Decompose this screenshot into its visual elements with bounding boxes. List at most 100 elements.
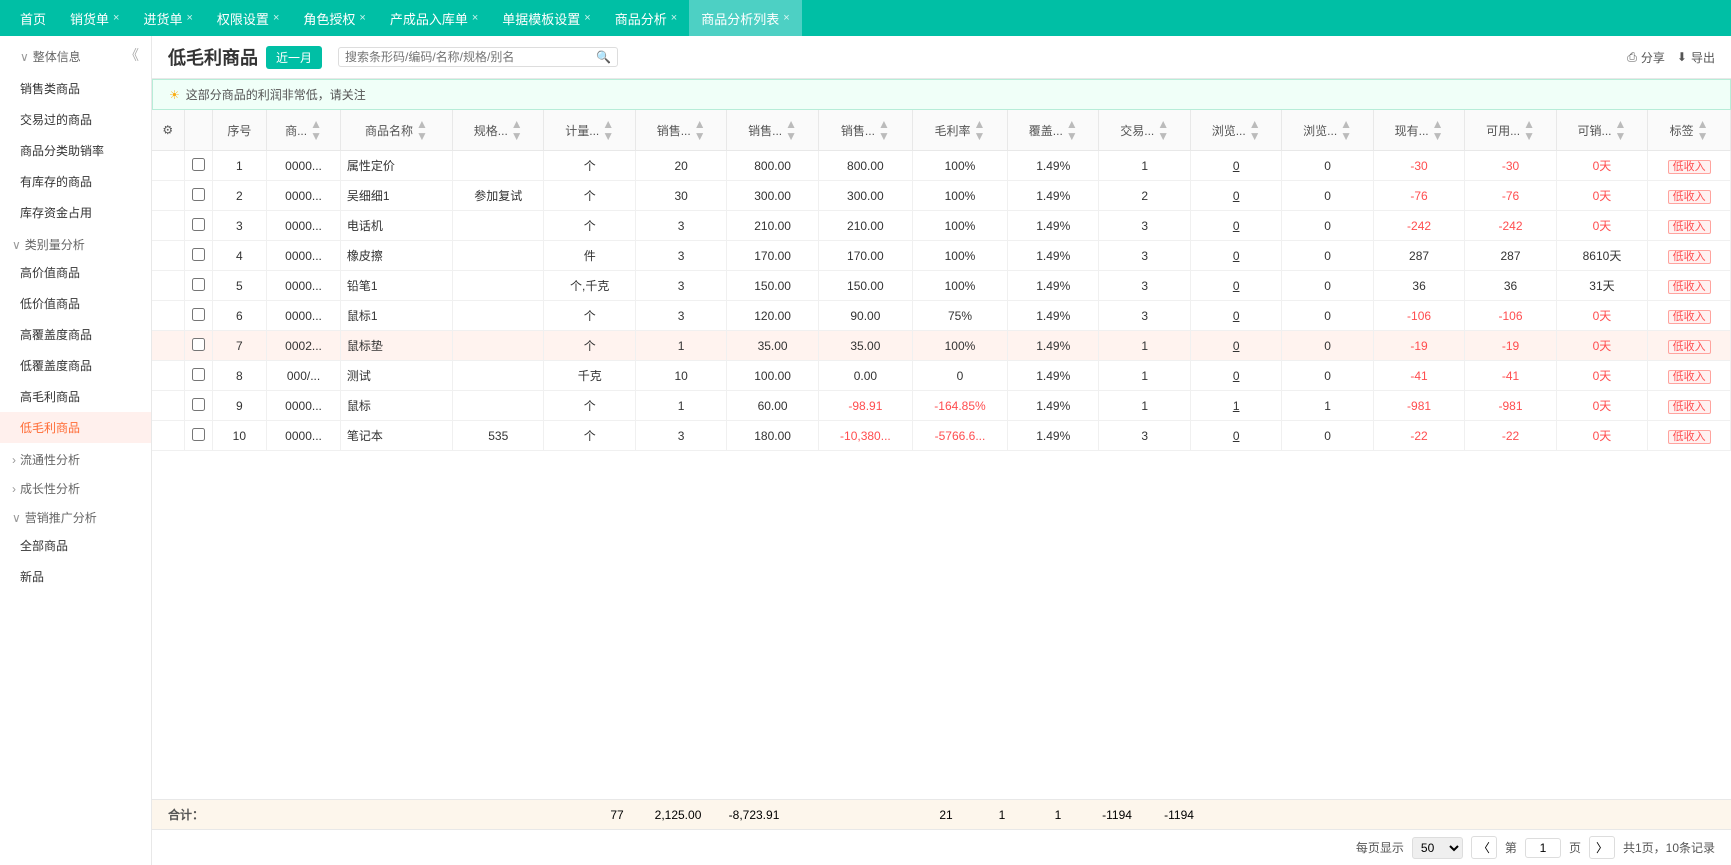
row-checkbox[interactable] — [192, 278, 205, 291]
close-icon[interactable]: × — [584, 12, 590, 24]
row-browse1[interactable]: 0 — [1190, 271, 1281, 301]
check-cell[interactable] — [184, 271, 212, 301]
check-cell[interactable] — [184, 241, 212, 271]
row-checkbox[interactable] — [192, 338, 205, 351]
browse-link[interactable]: 0 — [1233, 219, 1240, 233]
row-browse1[interactable]: 0 — [1190, 241, 1281, 271]
browse-link[interactable]: 0 — [1233, 309, 1240, 323]
col-saleable[interactable]: 可销...▲▼ — [1556, 110, 1647, 151]
sidebar-item-category-assist-rate[interactable]: 商品分类助销率 — [0, 135, 151, 166]
row-checkbox[interactable] — [192, 398, 205, 411]
sidebar-group-overall[interactable]: ∨ 整体信息 — [8, 40, 93, 69]
col-browse2[interactable]: 浏览...▲▼ — [1282, 110, 1373, 151]
close-icon[interactable]: × — [472, 12, 478, 24]
row-browse1[interactable]: 0 — [1190, 301, 1281, 331]
row-checkbox[interactable] — [192, 248, 205, 261]
col-unit[interactable]: 计量...▲▼ — [544, 110, 635, 151]
browse-link[interactable]: 0 — [1233, 159, 1240, 173]
nav-product-inbound[interactable]: 产成品入库单 × — [378, 0, 490, 36]
col-coverage[interactable]: 覆盖...▲▼ — [1008, 110, 1099, 151]
row-checkbox[interactable] — [192, 158, 205, 171]
col-gross-rate[interactable]: 毛利率▲▼ — [912, 110, 1007, 151]
sidebar-group-marketing[interactable]: ∨ 营销推广分析 — [0, 501, 151, 530]
sidebar-item-capital-usage[interactable]: 库存资金占用 — [0, 197, 151, 228]
check-cell[interactable] — [184, 151, 212, 181]
close-icon[interactable]: × — [186, 12, 192, 24]
sidebar-group-growth[interactable]: › 成长性分析 — [0, 472, 151, 501]
sidebar-item-high-coverage[interactable]: 高覆盖度商品 — [0, 319, 151, 350]
browse-link[interactable]: 0 — [1233, 249, 1240, 263]
col-current[interactable]: 现有...▲▼ — [1373, 110, 1464, 151]
nav-product-analysis-list[interactable]: 商品分析列表 × — [689, 0, 801, 36]
row-checkbox[interactable] — [192, 368, 205, 381]
row-browse1[interactable]: 0 — [1190, 151, 1281, 181]
row-browse1[interactable]: 0 — [1190, 331, 1281, 361]
browse-link[interactable]: 0 — [1233, 189, 1240, 203]
prev-page-button[interactable]: 〈 — [1471, 836, 1497, 859]
search-input[interactable] — [345, 50, 596, 64]
close-icon[interactable]: × — [671, 12, 677, 24]
row-browse1[interactable]: 0 — [1190, 211, 1281, 241]
check-cell[interactable] — [184, 211, 212, 241]
sidebar-group-circulation[interactable]: › 流通性分析 — [0, 443, 151, 472]
col-sales-qty[interactable]: 销售...▲▼ — [635, 110, 726, 151]
row-checkbox[interactable] — [192, 308, 205, 321]
check-cell[interactable] — [184, 361, 212, 391]
sidebar-item-new-goods[interactable]: 新品 — [0, 561, 151, 592]
nav-template-settings[interactable]: 单据模板设置 × — [490, 0, 602, 36]
check-cell[interactable] — [184, 391, 212, 421]
row-browse1[interactable]: 0 — [1190, 361, 1281, 391]
sidebar-item-low-coverage[interactable]: 低覆盖度商品 — [0, 350, 151, 381]
col-settings[interactable]: ⚙ — [152, 110, 184, 151]
col-browse1[interactable]: 浏览...▲▼ — [1190, 110, 1281, 151]
col-name[interactable]: 商品名称▲▼ — [340, 110, 452, 151]
col-code[interactable]: 商...▲▼ — [267, 110, 341, 151]
search-icon[interactable]: 🔍 — [596, 50, 611, 64]
page-number-input[interactable] — [1525, 838, 1561, 858]
close-icon[interactable]: × — [783, 12, 789, 24]
row-browse1[interactable]: 0 — [1190, 421, 1281, 451]
sidebar-item-high-value[interactable]: 高价值商品 — [0, 257, 151, 288]
sidebar-item-inventory-goods[interactable]: 有库存的商品 — [0, 166, 151, 197]
close-icon[interactable]: × — [359, 12, 365, 24]
row-checkbox[interactable] — [192, 188, 205, 201]
row-checkbox[interactable] — [192, 218, 205, 231]
row-browse1[interactable]: 0 — [1190, 181, 1281, 211]
nav-product-analysis[interactable]: 商品分析 × — [603, 0, 689, 36]
nav-role-auth[interactable]: 角色授权 × — [291, 0, 377, 36]
row-browse1[interactable]: 1 — [1190, 391, 1281, 421]
sidebar-item-low-value[interactable]: 低价值商品 — [0, 288, 151, 319]
sidebar-item-low-gross[interactable]: 低毛利商品 — [0, 412, 151, 443]
sidebar-item-high-gross[interactable]: 高毛利商品 — [0, 381, 151, 412]
row-checkbox[interactable] — [192, 428, 205, 441]
next-page-button[interactable]: 〉 — [1589, 836, 1615, 859]
col-spec[interactable]: 规格...▲▼ — [453, 110, 544, 151]
col-sales-amount[interactable]: 销售...▲▼ — [818, 110, 912, 151]
nav-permission-settings[interactable]: 权限设置 × — [205, 0, 291, 36]
sidebar-group-category[interactable]: ∨ 类别量分析 — [0, 228, 151, 257]
col-transaction[interactable]: 交易...▲▼ — [1099, 110, 1190, 151]
col-tag[interactable]: 标签▲▼ — [1648, 110, 1731, 151]
page-size-select[interactable]: 50 100 200 — [1412, 837, 1463, 859]
col-sales-price[interactable]: 销售...▲▼ — [727, 110, 818, 151]
browse-link[interactable]: 0 — [1233, 429, 1240, 443]
browse-link[interactable]: 0 — [1233, 369, 1240, 383]
sidebar-item-all-goods[interactable]: 全部商品 — [0, 530, 151, 561]
browse-link[interactable]: 1 — [1233, 399, 1240, 413]
browse-link[interactable]: 0 — [1233, 339, 1240, 353]
col-available[interactable]: 可用...▲▼ — [1465, 110, 1556, 151]
sidebar-item-traded-goods[interactable]: 交易过的商品 — [0, 104, 151, 135]
check-cell[interactable] — [184, 181, 212, 211]
sidebar-item-sales-goods[interactable]: 销售类商品 — [0, 73, 151, 104]
browse-link[interactable]: 0 — [1233, 279, 1240, 293]
close-icon[interactable]: × — [113, 12, 119, 24]
check-cell[interactable] — [184, 301, 212, 331]
check-cell[interactable] — [184, 421, 212, 451]
close-icon[interactable]: × — [273, 12, 279, 24]
sidebar-collapse-button[interactable]: 《 — [121, 41, 143, 69]
export-button[interactable]: ⬇ 导出 — [1677, 49, 1715, 66]
nav-sales-order[interactable]: 销货单 × — [58, 0, 131, 36]
check-cell[interactable] — [184, 331, 212, 361]
filter-recent-month-button[interactable]: 近一月 — [266, 46, 322, 69]
nav-home[interactable]: 首页 — [8, 0, 58, 36]
